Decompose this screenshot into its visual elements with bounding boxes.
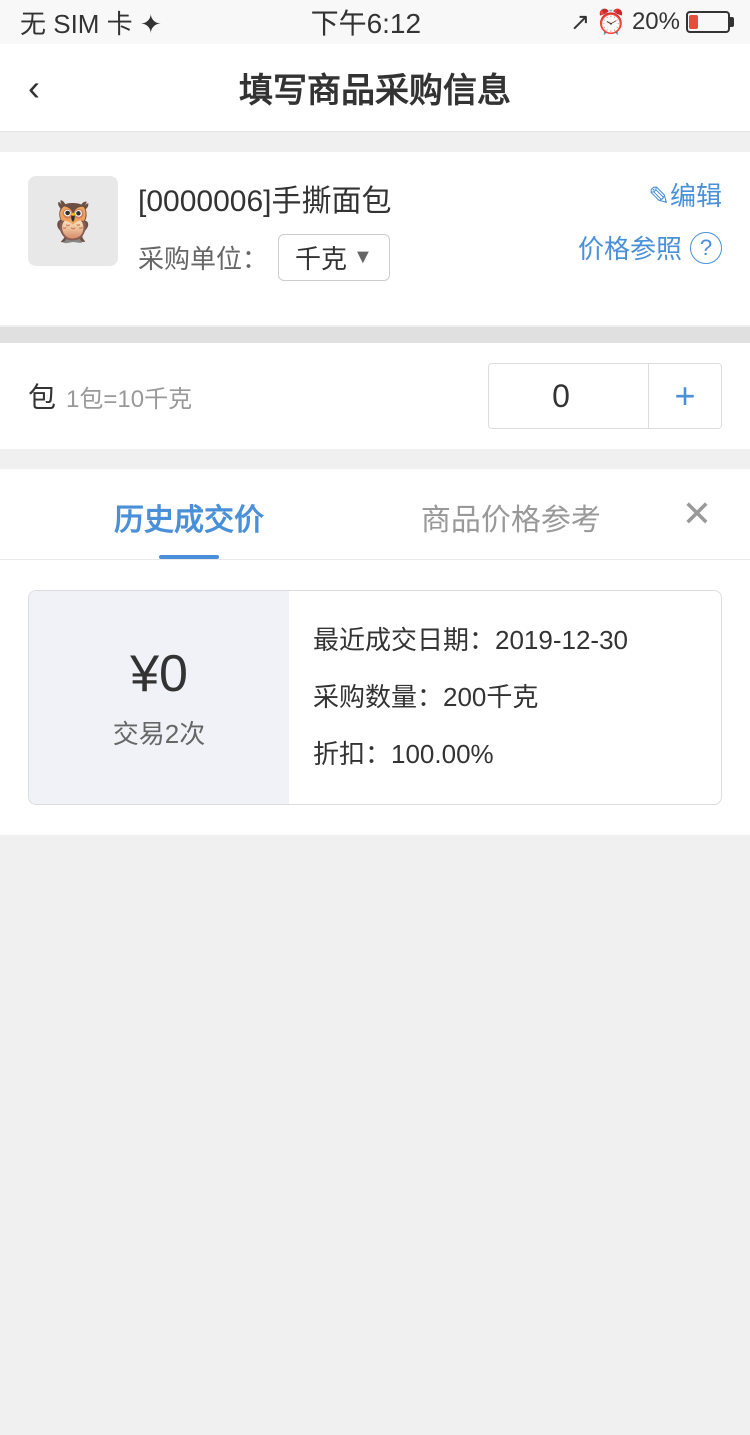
product-name: [0000006]手撕面包 [138,176,391,220]
status-right-group: ↗ ⏰ 20% [570,8,730,37]
nav-bar: ‹ 填写商品采购信息 [0,44,750,132]
unit-value: 千克 [295,239,347,276]
product-thumbnail: 🦉 [28,176,118,266]
product-logo-icon: 🦉 [48,198,98,245]
product-header: 🦉 [0000006]手撕面包 采购单位： 千克 ▼ ✎编辑 价格参照 ? [28,176,722,281]
status-time: 下午6:12 [311,2,422,42]
price-info-card: ¥0 交易2次 最近成交日期：2019-12-30 采购数量：200千克 折扣：… [28,590,722,805]
tab-panel: 历史成交价 商品价格参考 ✕ ¥0 交易2次 最近成交日期：2019-12-30… [0,469,750,835]
battery-percentage: 20% [632,8,680,36]
battery-icon [686,11,730,33]
price-info-section: ¥0 交易2次 最近成交日期：2019-12-30 采购数量：200千克 折扣：… [0,560,750,835]
product-actions: ✎编辑 价格参照 ? [578,176,722,266]
quantity-row: 包 1包=10千克 + [0,343,750,449]
discount-row: 折扣：100.00% [313,735,697,774]
quantity-section: 包 1包=10千克 + [0,327,750,449]
quantity-left: 包 1包=10千克 [28,376,192,416]
price-ref-row: 价格参照 ? [578,229,722,266]
price-right-panel: 最近成交日期：2019-12-30 采购数量：200千克 折扣：100.00% [289,591,721,804]
purchase-unit-row: 采购单位： 千克 ▼ [138,234,391,281]
purchase-qty-label: 采购数量： [313,682,443,712]
status-bar: 无 SIM 卡 ✦ 下午6:12 ↗ ⏰ 20% [0,0,750,44]
discount-label: 折扣： [313,739,391,769]
price-left-panel: ¥0 交易2次 [29,591,289,804]
unit-label: 采购单位： [138,239,268,276]
tab-history-price[interactable]: 历史成交价 [28,469,350,559]
quantity-conversion: 1包=10千克 [66,379,192,414]
quantity-input[interactable] [489,364,649,428]
quantity-divider [0,327,750,343]
unit-dropdown-arrow-icon: ▼ [353,246,373,269]
last-deal-date-label: 最近成交日期： [313,625,495,655]
product-details: [0000006]手撕面包 采购单位： 千克 ▼ [138,176,391,281]
price-reference-button[interactable]: 价格参照 [578,229,682,266]
discount-value: 100.00% [391,739,494,769]
quantity-control: + [488,363,722,429]
unit-selector[interactable]: 千克 ▼ [278,234,390,281]
help-icon[interactable]: ? [690,232,722,264]
transaction-count: 交易2次 [113,714,205,751]
battery-fill [689,15,698,29]
quantity-plus-button[interactable]: + [649,364,721,428]
quantity-unit-badge: 包 [28,376,56,416]
main-content-background [0,835,750,1435]
page-title: 填写商品采购信息 [239,63,511,112]
back-button[interactable]: ‹ [28,67,40,109]
last-deal-date-value: 2019-12-30 [495,625,628,655]
price-amount: ¥0 [130,644,188,704]
tab-close-button[interactable]: ✕ [672,483,722,545]
location-icon: ↗ [570,8,590,37]
last-deal-date-row: 最近成交日期：2019-12-30 [313,621,697,660]
product-card: 🦉 [0000006]手撕面包 采购单位： 千克 ▼ ✎编辑 价格参照 ? [0,152,750,325]
alarm-icon: ⏰ [596,8,626,37]
status-carrier: 无 SIM 卡 ✦ [20,4,162,41]
tab-product-price-ref[interactable]: 商品价格参考 [350,469,672,559]
tab-bar: 历史成交价 商品价格参考 ✕ [0,469,750,560]
purchase-qty-row: 采购数量：200千克 [313,678,697,717]
purchase-qty-value: 200千克 [443,682,538,712]
product-info: 🦉 [0000006]手撕面包 采购单位： 千克 ▼ [28,176,391,281]
edit-button[interactable]: ✎编辑 [648,176,722,213]
